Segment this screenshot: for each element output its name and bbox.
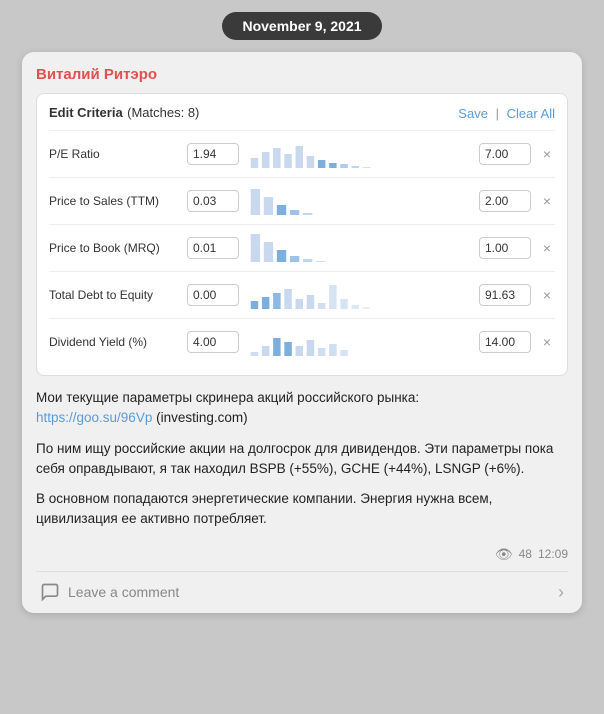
remove-ps-button[interactable]: ×: [539, 193, 555, 209]
criteria-label-pe: P/E Ratio: [49, 147, 179, 161]
criteria-label-de: Total Debt to Equity: [49, 288, 179, 302]
criteria-max-de[interactable]: [479, 284, 531, 306]
criteria-matches: (Matches: 8): [127, 105, 199, 120]
views-count: 48: [519, 547, 532, 561]
criteria-row-de: Total Debt to Equity ×: [49, 271, 555, 318]
criteria-label-pb: Price to Book (MRQ): [49, 241, 179, 255]
post-link-suffix: (investing.com): [156, 410, 248, 425]
criteria-max-dy[interactable]: [479, 331, 531, 353]
chart-de: [247, 279, 471, 311]
criteria-title: Edit Criteria: [49, 105, 123, 120]
criteria-min-de[interactable]: [187, 284, 239, 306]
author-name: Виталий Ритэро: [36, 66, 568, 83]
criteria-min-pb[interactable]: [187, 237, 239, 259]
comment-bar[interactable]: Leave a comment ›: [36, 571, 568, 613]
remove-de-button[interactable]: ×: [539, 287, 555, 303]
remove-pe-button[interactable]: ×: [539, 146, 555, 162]
criteria-row-pe: P/E Ratio ×: [49, 130, 555, 177]
criteria-max-ps[interactable]: [479, 190, 531, 212]
post-paragraph3: В основном попадаются энергетические ком…: [36, 489, 568, 530]
post-time: 12:09: [538, 547, 568, 561]
clear-all-button[interactable]: Clear All: [507, 106, 555, 121]
action-separator: |: [496, 106, 499, 121]
post-paragraph1: Мои текущие параметры скринера акций рос…: [36, 388, 568, 429]
criteria-header: Edit Criteria (Matches: 8) Save | Clear …: [49, 104, 555, 122]
criteria-min-ps[interactable]: [187, 190, 239, 212]
chart-pb: [247, 232, 471, 264]
criteria-min-pe[interactable]: [187, 143, 239, 165]
criteria-title-area: Edit Criteria (Matches: 8): [49, 104, 199, 122]
criteria-max-pb[interactable]: [479, 237, 531, 259]
comment-bar-left: Leave a comment: [40, 582, 179, 602]
chevron-right-icon: ›: [558, 582, 564, 603]
eye-icon: 👁: [495, 546, 513, 563]
criteria-label-ps: Price to Sales (TTM): [49, 194, 179, 208]
post-card: Виталий Ритэро Edit Criteria (Matches: 8…: [22, 52, 582, 613]
criteria-row-pb: Price to Book (MRQ) ×: [49, 224, 555, 271]
criteria-row-ps: Price to Sales (TTM) ×: [49, 177, 555, 224]
post-paragraph2: По ним ищу российские акции на долгосрок…: [36, 439, 568, 480]
save-button[interactable]: Save: [458, 106, 488, 121]
chart-pe: [247, 138, 471, 170]
chart-dy: [247, 326, 471, 358]
criteria-max-pe[interactable]: [479, 143, 531, 165]
remove-dy-button[interactable]: ×: [539, 334, 555, 350]
criteria-row-dy: Dividend Yield (%) ×: [49, 318, 555, 365]
criteria-actions: Save | Clear All: [458, 106, 555, 121]
chart-ps: [247, 185, 471, 217]
remove-pb-button[interactable]: ×: [539, 240, 555, 256]
comment-placeholder: Leave a comment: [68, 584, 179, 600]
criteria-box: Edit Criteria (Matches: 8) Save | Clear …: [36, 93, 568, 376]
criteria-min-dy[interactable]: [187, 331, 239, 353]
comment-icon: [40, 582, 60, 602]
post-meta: 👁 48 12:09: [36, 540, 568, 571]
date-label: November 9, 2021: [222, 12, 381, 40]
post-link[interactable]: https://goo.su/96Vp: [36, 410, 152, 425]
criteria-label-dy: Dividend Yield (%): [49, 335, 179, 349]
